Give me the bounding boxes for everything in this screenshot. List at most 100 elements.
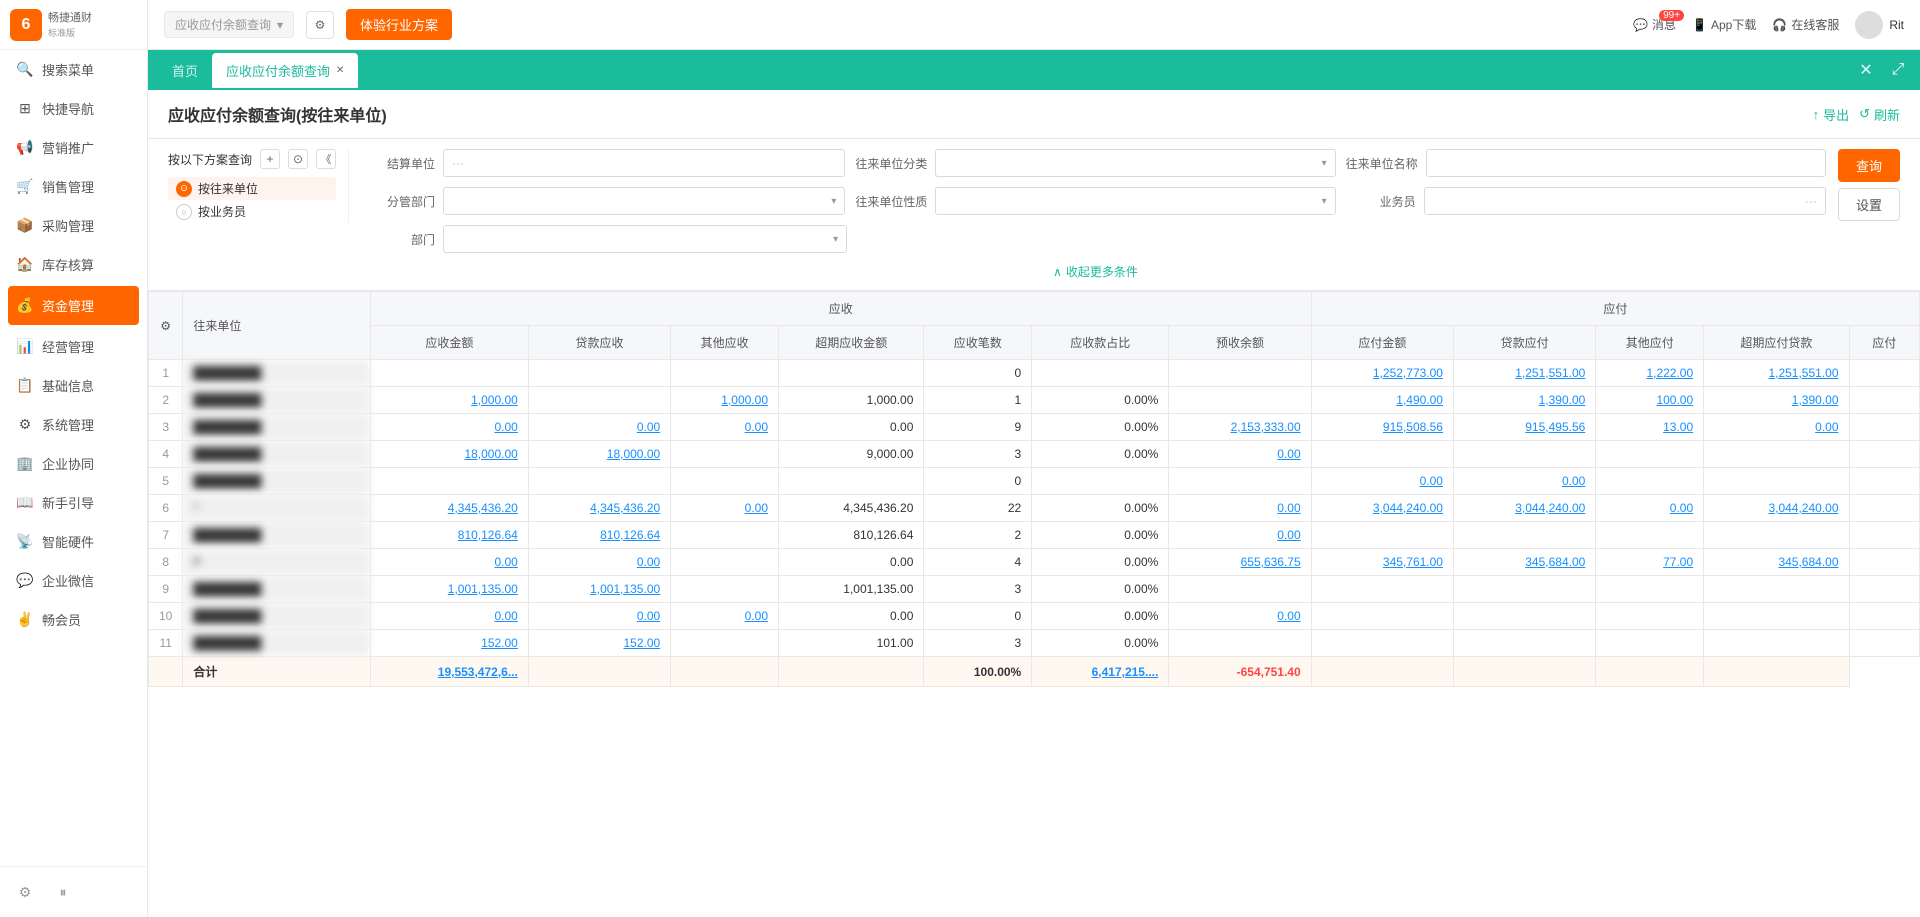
- sidebar-item-marketing[interactable]: 📢 营销推广: [0, 128, 147, 167]
- field-unit-name: 往来单位名称: [1346, 149, 1826, 177]
- filter-collapse-more[interactable]: ∧ 收起更多条件: [365, 263, 1826, 280]
- export-button[interactable]: ↑ 导出: [1813, 105, 1850, 124]
- finance-icon: 💰: [16, 297, 34, 315]
- sidebar-item-search[interactable]: 🔍 搜索菜单: [0, 50, 147, 89]
- user-area[interactable]: Rit: [1855, 11, 1904, 39]
- message-badge: 99+: [1659, 10, 1684, 21]
- footer-empty3: [671, 657, 779, 687]
- sidebar-item-sales[interactable]: 🛒 销售管理: [0, 167, 147, 206]
- field-dept-input[interactable]: ▾: [443, 187, 845, 215]
- filter-fields-panel: 结算单位 ··· 往来单位分类 ▾: [349, 149, 1826, 280]
- tab-close-icon[interactable]: ✕: [336, 65, 344, 76]
- footer-ar-total[interactable]: 19,553,472,6...: [370, 657, 528, 687]
- field-jiesuan-input[interactable]: ···: [443, 149, 845, 177]
- row-num: 5: [149, 468, 183, 495]
- scheme-by-staff[interactable]: ○ 按业务员: [168, 200, 336, 223]
- th-ap-extra: 应付: [1849, 326, 1919, 360]
- filter-area: 按以下方案查询 + ⊙ 《 ⊙ 按往来单位 ○ 按业务员: [148, 139, 1920, 291]
- filter-collapse-label: 收起更多条件: [1066, 263, 1138, 280]
- sidebar-item-label: 系统管理: [42, 415, 94, 434]
- field-unit-nature-label: 往来单位性质: [855, 193, 927, 210]
- footer-empty1: [149, 657, 183, 687]
- online-service-btn[interactable]: 🎧 在线客服: [1772, 16, 1839, 33]
- page-header: 应收应付余额查询(按往来单位) ↑ 导出 ↺ 刷新: [148, 90, 1920, 139]
- footer-ar-ratio: 100.00%: [924, 657, 1032, 687]
- field-department-input[interactable]: ▾: [443, 225, 847, 253]
- sidebar-item-guide[interactable]: 📖 新手引导: [0, 483, 147, 522]
- sidebar-collapse-btn[interactable]: ⏸: [48, 877, 78, 907]
- sidebar-item-hardware[interactable]: 📡 智能硬件: [0, 522, 147, 561]
- sidebar-item-ops[interactable]: 📊 经营管理: [0, 327, 147, 366]
- field-unit-name-label: 往来单位名称: [1346, 155, 1418, 172]
- sidebar-item-inventory[interactable]: 🏠 库存核算: [0, 245, 147, 284]
- sidebar-item-purchase[interactable]: 📦 采购管理: [0, 206, 147, 245]
- field-jiesuan: 结算单位 ···: [365, 149, 845, 177]
- promo-button[interactable]: 体验行业方案: [346, 9, 452, 40]
- online-service-label: 在线客服: [1791, 16, 1839, 33]
- refresh-button[interactable]: ↺ 刷新: [1859, 105, 1900, 124]
- sidebar-item-wechat[interactable]: 💬 企业微信: [0, 561, 147, 600]
- filter-row-3: 部门 ▾: [365, 225, 1826, 253]
- sidebar-item-basic[interactable]: 📋 基础信息: [0, 366, 147, 405]
- sidebar-item-nav[interactable]: ⊞ 快捷导航: [0, 89, 147, 128]
- message-btn[interactable]: 💬 消息 99+: [1633, 16, 1676, 33]
- scheme-staff-icon: ○: [176, 204, 192, 220]
- breadcrumb-box[interactable]: 应收应付余额查询 ▾: [164, 11, 294, 38]
- ops-icon: 📊: [16, 338, 34, 356]
- field-unit-name-input[interactable]: [1426, 149, 1826, 177]
- sidebar-item-system[interactable]: ⚙ 系统管理: [0, 405, 147, 444]
- table-settings-th[interactable]: ⚙: [149, 292, 183, 360]
- tab-arbalance[interactable]: 应收应付余额查询 ✕: [212, 53, 358, 88]
- export-label: 导出: [1823, 105, 1849, 124]
- th-ap-other: 其他应付: [1596, 326, 1704, 360]
- app-download-btn[interactable]: 📱 App下载: [1692, 16, 1756, 33]
- field-jiesuan-dots: ···: [452, 156, 464, 170]
- field-unit-category-input[interactable]: ▾: [935, 149, 1335, 177]
- sidebar-item-vip[interactable]: ✌ 畅会员: [0, 600, 147, 639]
- field-unit-category: 往来单位分类 ▾: [855, 149, 1335, 177]
- query-button[interactable]: 查询: [1838, 149, 1900, 182]
- footer-empty2: [528, 657, 670, 687]
- cell-unit: ████████: [183, 360, 371, 387]
- filter-query-label: 按以下方案查询: [168, 151, 252, 168]
- filter-add-btn[interactable]: +: [260, 149, 280, 169]
- cell-unit: ^: [183, 495, 371, 522]
- sidebar-item-corp[interactable]: 🏢 企业协同: [0, 444, 147, 483]
- search-icon: 🔍: [16, 61, 34, 79]
- field-unit-nature-input[interactable]: ▾: [935, 187, 1335, 215]
- cell-unit: ████████: [183, 522, 371, 549]
- row-num: 8: [149, 549, 183, 576]
- filter-settings-btn[interactable]: ⊙: [288, 149, 308, 169]
- set-button[interactable]: 设置: [1838, 188, 1900, 221]
- footer-ar-prepay[interactable]: 6,417,215....: [1032, 657, 1169, 687]
- marketing-icon: 📢: [16, 139, 34, 157]
- row-num: 9: [149, 576, 183, 603]
- table-row: 4████████18,000.0018,000.009,000.0030.00…: [149, 441, 1920, 468]
- th-ar-other: 其他应收: [671, 326, 779, 360]
- th-ar-amount: 应收金额: [370, 326, 528, 360]
- scheme-by-unit[interactable]: ⊙ 按往来单位: [168, 177, 336, 200]
- inventory-icon: 🏠: [16, 256, 34, 274]
- sidebar-item-finance[interactable]: 💰 资金管理: [8, 286, 139, 325]
- row-num: 10: [149, 603, 183, 630]
- table-row: 11████████152.00152.00101.0030.00%: [149, 630, 1920, 657]
- th-ar-count: 应收笔数: [924, 326, 1032, 360]
- sidebar-bottom: ⚙ ⏸: [0, 866, 147, 917]
- tab-close-all-btn[interactable]: ✕: [1854, 58, 1878, 82]
- field-department-label: 部门: [365, 231, 435, 248]
- sidebar-settings-btn[interactable]: ⚙: [10, 877, 40, 907]
- scheme-unit-icon: ⊙: [176, 181, 192, 197]
- chevron-down-icon: ▾: [1322, 158, 1327, 169]
- table-row: 8P0.000.000.0040.00%655,636.75345,761.00…: [149, 549, 1920, 576]
- cell-unit: ████████: [183, 468, 371, 495]
- app-download-label: App下载: [1711, 16, 1756, 33]
- filter-collapse-btn[interactable]: 《: [316, 149, 336, 169]
- tabbar-controls: ✕ ⤢: [1854, 58, 1910, 82]
- cell-unit: ████████: [183, 603, 371, 630]
- tab-home[interactable]: 首页: [158, 53, 212, 88]
- sidebar-item-label: 销售管理: [42, 177, 94, 196]
- vip-icon: ✌: [16, 611, 34, 629]
- topbar-gear-btn[interactable]: ⚙: [306, 11, 334, 39]
- tab-expand-btn[interactable]: ⤢: [1886, 58, 1910, 82]
- field-salesman-input[interactable]: ···: [1424, 187, 1826, 215]
